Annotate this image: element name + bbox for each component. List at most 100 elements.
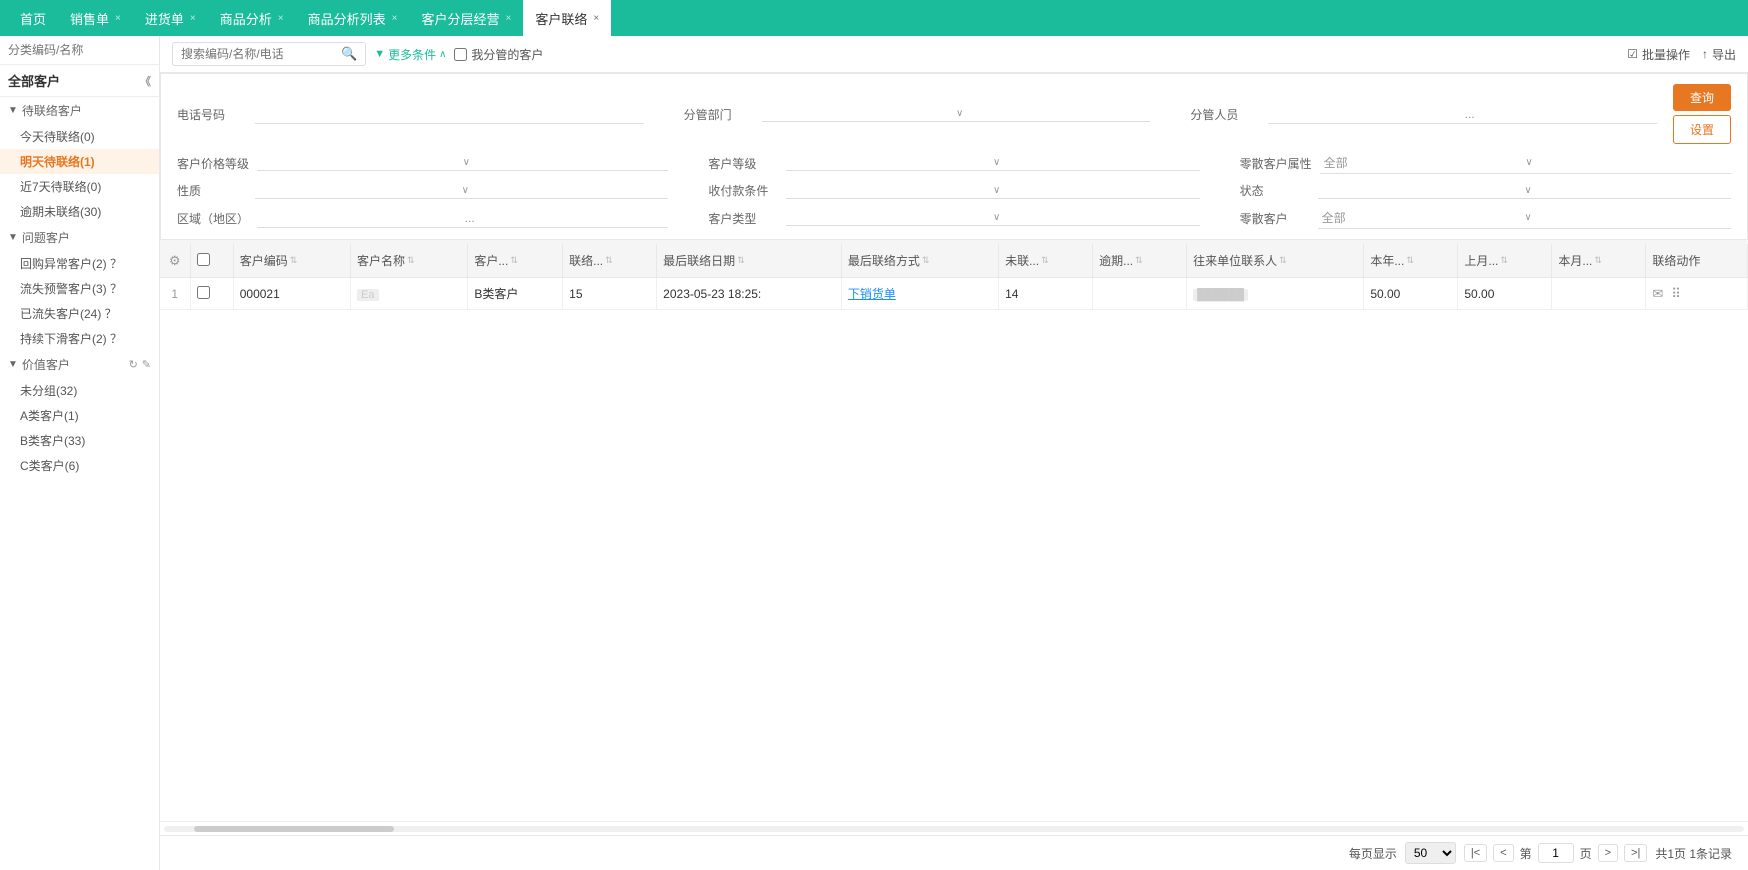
pager-next-button[interactable]: > — [1598, 844, 1618, 862]
th-action: 联络动作 — [1646, 244, 1748, 278]
sidebar-section-pending-title[interactable]: ▼ 待联络客户 — [0, 97, 159, 124]
pager-prev-button[interactable]: < — [1493, 844, 1513, 862]
th-customer-type[interactable]: 客户... ⇅ — [468, 244, 563, 278]
nav-product-analysis-list[interactable]: 商品分析列表 × — [296, 0, 410, 36]
row-checkbox[interactable] — [197, 286, 210, 299]
nav-purchase[interactable]: 进货单 × — [133, 0, 208, 36]
th-this-year[interactable]: 本年... ⇅ — [1364, 244, 1458, 278]
nav-purchase-close[interactable]: × — [190, 13, 196, 24]
filter-cust-price-grade-select[interactable]: ∨ — [257, 155, 668, 171]
table-settings-icon[interactable]: ⚙ — [169, 253, 181, 268]
th-last-contact-date[interactable]: 最后联络日期 ⇅ — [657, 244, 842, 278]
row-partner-contact: ██████ — [1187, 278, 1364, 310]
th-overdue[interactable]: 逾期... ⇅ — [1093, 244, 1187, 278]
filter-gender-select[interactable]: ∨ — [255, 183, 668, 199]
row-action-note-icon[interactable]: ✉ — [1652, 286, 1663, 302]
sidebar-section-value-title[interactable]: ▼ 价值客户 ↻ ✎ — [0, 351, 159, 378]
page-input[interactable] — [1538, 843, 1574, 863]
filter-status-label: 状态 — [1240, 182, 1310, 199]
nav-sales-close[interactable]: × — [115, 13, 121, 24]
filter-status-select[interactable]: ∨ — [1318, 183, 1731, 199]
horizontal-scrollbar[interactable] — [160, 821, 1748, 835]
nav-home[interactable]: 首页 — [8, 0, 58, 36]
page-unit-label: 页 — [1580, 845, 1592, 862]
filter-phone-input[interactable] — [255, 105, 644, 124]
value-refresh-icon[interactable]: ↻ — [129, 358, 138, 371]
th-partner-contact[interactable]: 往来单位联系人 ⇅ — [1187, 244, 1364, 278]
my-customers-checkbox-label[interactable]: 我分管的客户 — [454, 46, 543, 63]
scrollbar-thumb[interactable] — [194, 826, 394, 832]
sidebar-item-tomorrow[interactable]: 明天待联络(1) — [0, 149, 159, 174]
select-all-checkbox[interactable] — [197, 253, 210, 266]
sidebar-item-churn-warning[interactable]: 流失预警客户(3) ？ — [0, 276, 159, 301]
sidebar-section-problem-title[interactable]: ▼ 问题客户 — [0, 224, 159, 251]
sidebar-item-class-c[interactable]: C类客户(6) — [0, 453, 159, 478]
th-this-month[interactable]: 本月... ⇅ — [1552, 244, 1646, 278]
sidebar-item-overdue[interactable]: 逾期未联络(30) — [0, 199, 159, 224]
th-last-contact-method[interactable]: 最后联络方式 ⇅ — [841, 244, 998, 278]
nav-product-analysis-close[interactable]: × — [278, 13, 284, 24]
filter-payment-select[interactable]: ∨ — [786, 183, 1199, 199]
filter-dept-select[interactable]: ∨ — [762, 106, 1151, 122]
sidebar-item-abnormal-repurchase[interactable]: 回购异常客户(2) ？ — [0, 251, 159, 276]
sidebar-item-class-b[interactable]: B类客户(33) — [0, 428, 159, 453]
toolbar-search-bar: 🔍 — [172, 42, 366, 66]
table-row: 1 000021 Ea B类客户 — [160, 278, 1748, 310]
per-page-select[interactable]: 50 100 200 — [1405, 842, 1456, 864]
nav-customer-segment[interactable]: 客户分层经营 × — [409, 0, 523, 36]
nav-customer-segment-close[interactable]: × — [505, 13, 511, 24]
toolbar-search-input[interactable] — [181, 47, 341, 61]
filter-region-select[interactable]: ... — [257, 209, 668, 228]
sidebar-item-7days[interactable]: 近7天待联络(0) — [0, 174, 159, 199]
filter-manager-dots[interactable]: ... — [1465, 107, 1653, 121]
sidebar-item-class-a[interactable]: A类客户(1) — [0, 403, 159, 428]
batch-op-button[interactable]: ☑ 批量操作 — [1627, 46, 1690, 63]
cust-price-grade-dropdown-icon: ∨ — [463, 157, 665, 168]
more-filter-button[interactable]: ▼ 更多条件 ∧ — [374, 46, 446, 63]
sidebar-search-input[interactable] — [8, 43, 160, 57]
th-contact-count[interactable]: 联络... ⇅ — [563, 244, 657, 278]
top-navigation: 首页 销售单 × 进货单 × 商品分析 × 商品分析列表 × 客户分层经营 × … — [0, 0, 1748, 36]
nav-sales[interactable]: 销售单 × — [58, 0, 133, 36]
row-last-contact-method: 下销货单 — [841, 278, 998, 310]
nav-customer-contact-close[interactable]: × — [593, 13, 599, 24]
nav-customer-contact[interactable]: 客户联络 × — [523, 0, 611, 36]
sidebar-all-customers[interactable]: 全部客户 《 — [0, 65, 159, 97]
filter-dept: 分管部门 ∨ — [684, 106, 1151, 123]
sidebar-item-today[interactable]: 今天待联络(0) — [0, 124, 159, 149]
th-uncontacted[interactable]: 未联... ⇅ — [999, 244, 1093, 278]
filter-cust-grade-select[interactable]: ∨ — [786, 155, 1199, 171]
nav-product-analysis-list-close[interactable]: × — [392, 13, 398, 24]
filter-retail-cust: 零散客户 全部 ∨ — [1240, 207, 1731, 229]
pager-last-button[interactable]: >| — [1624, 844, 1647, 862]
th-customer-code[interactable]: 客户编码 ⇅ — [233, 244, 350, 278]
setting-button[interactable]: 设置 — [1673, 115, 1731, 144]
filter-retail-cust-select[interactable]: 全部 ∨ — [1318, 207, 1731, 229]
filter-retail-attr-label: 零散客户属性 — [1240, 155, 1312, 172]
sidebar-item-churned[interactable]: 已流失客户(24) ？ — [0, 301, 159, 326]
scrollbar-track — [164, 826, 1744, 832]
query-button[interactable]: 查询 — [1673, 84, 1731, 111]
row-action-more-icon[interactable]: ⠿ — [1671, 286, 1681, 302]
filter-retail-cust-label: 零散客户 — [1240, 210, 1310, 227]
sidebar-section-pending: ▼ 待联络客户 今天待联络(0) 明天待联络(1) 近7天待联络(0) 逾期未联… — [0, 97, 159, 224]
toolbar-search-button[interactable]: 🔍 — [341, 46, 357, 62]
sidebar-item-declining[interactable]: 持续下滑客户(2) ？ — [0, 326, 159, 351]
value-edit-icon[interactable]: ✎ — [142, 358, 151, 371]
filter-icon: ▼ — [374, 48, 385, 60]
toolbar: 🔍 ▼ 更多条件 ∧ 我分管的客户 ☑ 批量操作 ↑ 导出 — [160, 36, 1748, 73]
my-customers-checkbox[interactable] — [454, 48, 467, 61]
nav-product-analysis[interactable]: 商品分析 × — [208, 0, 296, 36]
filter-manager-select[interactable]: ... — [1268, 105, 1657, 124]
sidebar-item-ungrouped[interactable]: 未分组(32) — [0, 378, 159, 403]
th-last-month[interactable]: 上月... ⇅ — [1458, 244, 1552, 278]
pager-first-button[interactable]: |< — [1464, 844, 1487, 862]
action-icons-group: ✉ ⠿ — [1652, 286, 1741, 302]
filter-cust-type-select[interactable]: ∨ — [786, 210, 1199, 226]
th-customer-name[interactable]: 客户名称 ⇅ — [351, 244, 468, 278]
filter-region-dots[interactable]: ... — [465, 211, 665, 225]
filter-row-2: 客户价格等级 ∨ 客户等级 ∨ 零散客户属性 全部 — [177, 152, 1731, 174]
export-button[interactable]: ↑ 导出 — [1702, 46, 1736, 63]
filter-retail-attr-select[interactable]: 全部 ∨ — [1320, 152, 1731, 174]
row-num: 1 — [160, 278, 190, 310]
